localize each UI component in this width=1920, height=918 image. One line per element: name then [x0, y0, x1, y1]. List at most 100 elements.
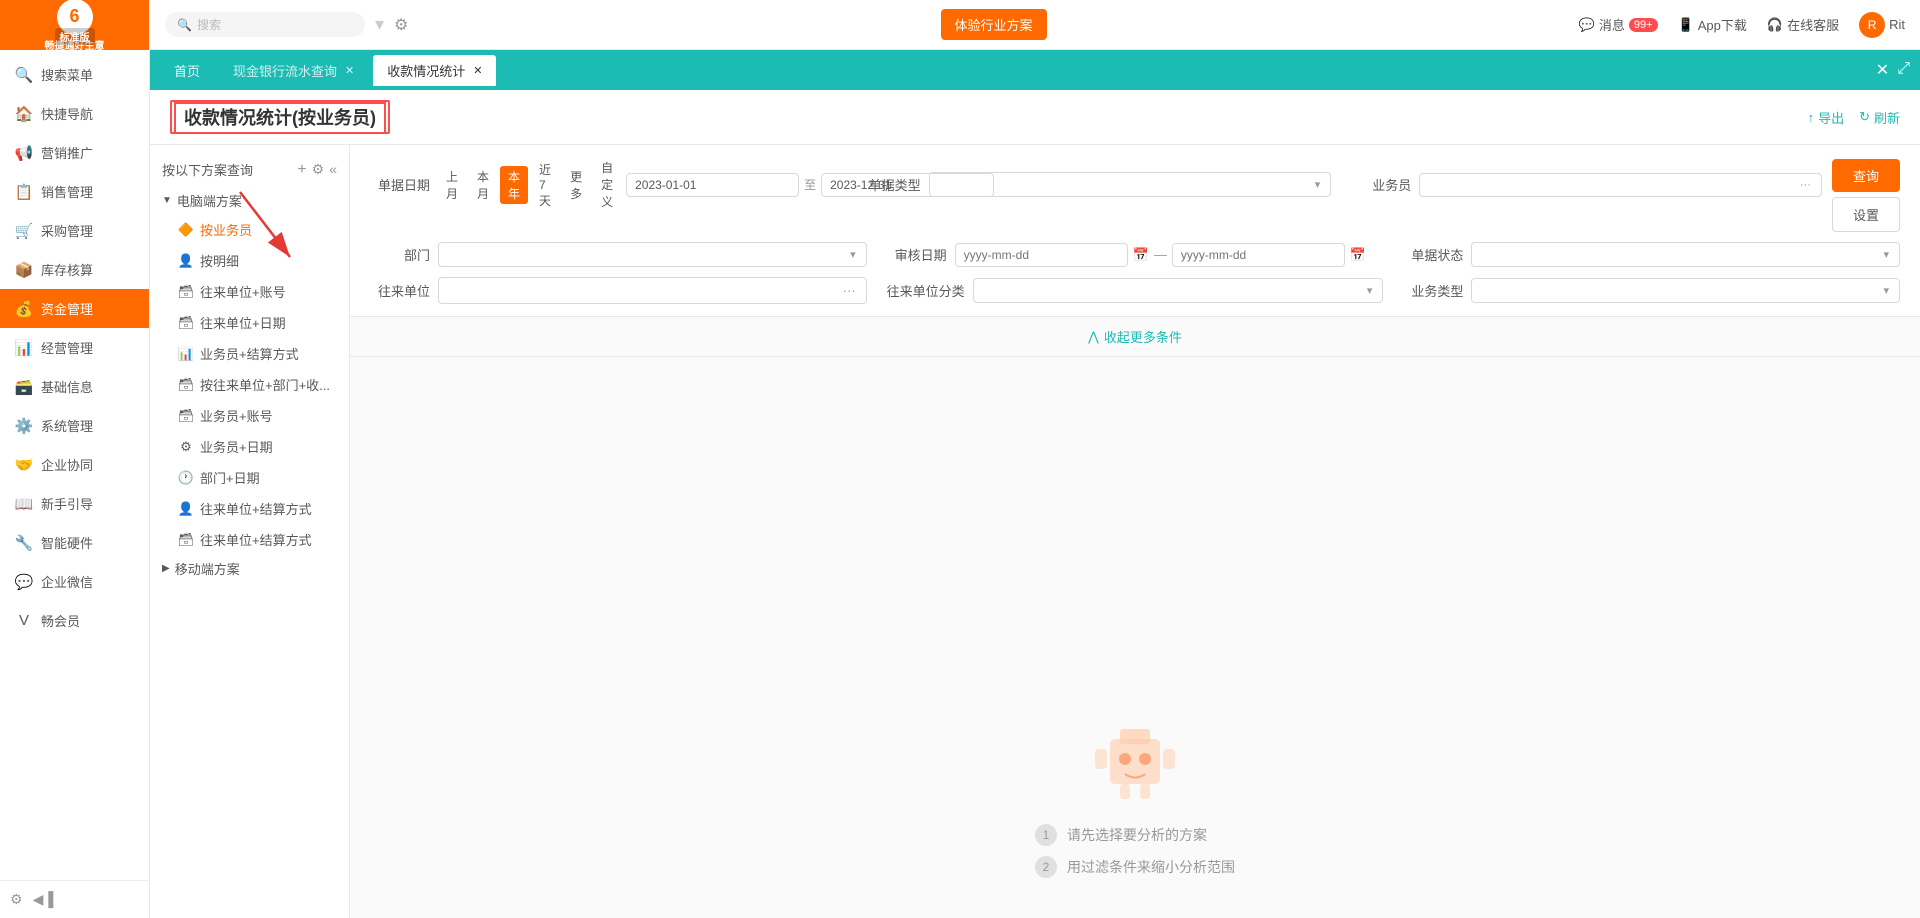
- messages-btn[interactable]: 💬 消息 99+: [1579, 15, 1658, 34]
- maximize-icon[interactable]: ⤢: [1897, 60, 1910, 80]
- date-filter-item: 单据日期 上月 本月 本年 近7天 更多 自定义: [370, 157, 841, 212]
- tip-item-2: 2 用过滤条件来缩小分析范围: [1035, 856, 1235, 878]
- collapse-panel-icon[interactable]: «: [329, 161, 337, 179]
- date-tab-custom[interactable]: 自定义: [593, 157, 621, 212]
- settings-bottom-icon[interactable]: ⚙: [10, 891, 23, 908]
- app-download-label: App下载: [1698, 15, 1747, 34]
- sidebar-item-inventory[interactable]: 📦 库存核算: [0, 250, 149, 289]
- sidebar-item-marketing[interactable]: 📢 营销推广: [0, 133, 149, 172]
- salesperson-scheme-icon: 🔶: [178, 222, 194, 238]
- close-tab-icon[interactable]: ✕: [1876, 60, 1889, 80]
- operations-icon: 📊: [15, 339, 33, 357]
- set-btn[interactable]: 设置: [1832, 197, 1900, 232]
- partner-dept-label: 按往来单位+部门+收...: [200, 375, 330, 394]
- sidebar-item-company[interactable]: 🤝 企业协同: [0, 445, 149, 484]
- date-tab-this-year[interactable]: 本年: [500, 166, 528, 204]
- tab-collection-stats[interactable]: 收款情况统计 ✕: [373, 55, 496, 86]
- doc-status-select[interactable]: ▾: [1471, 242, 1900, 267]
- sidebar-item-search[interactable]: 🔍 搜索菜单: [0, 55, 149, 94]
- doc-status-arrow-icon: ▾: [1883, 248, 1889, 261]
- tabbar: 首页 现金银行流水查询 ✕ 收款情况统计 ✕ ✕ ⤢: [150, 50, 1920, 90]
- topbar-settings-icon[interactable]: ⚙: [394, 15, 408, 35]
- empty-state: 1 请先选择要分析的方案 2 用过滤条件来缩小分析范围: [1035, 709, 1235, 878]
- app-download-btn[interactable]: 📱 App下载: [1678, 15, 1747, 34]
- date-tab-last-month[interactable]: 上月: [438, 166, 466, 204]
- date-tab-more[interactable]: 更多: [562, 166, 590, 204]
- partner-category-select[interactable]: ▾: [973, 278, 1384, 303]
- sidebar-item-basic-info[interactable]: 🗃️ 基础信息: [0, 367, 149, 406]
- sidebar-item-purchase[interactable]: 🛒 采购管理: [0, 211, 149, 250]
- biz-type-select[interactable]: ▾: [1471, 278, 1900, 303]
- topbar-right: 💬 消息 99+ 📱 App下载 🎧 在线客服 R Rit: [1579, 12, 1905, 38]
- sidebar-item-finance[interactable]: 💰 资金管理: [0, 289, 149, 328]
- pc-scheme-header[interactable]: ▼ 电脑端方案: [150, 187, 349, 214]
- date-tab-this-month[interactable]: 本月: [469, 166, 497, 204]
- mobile-scheme-header[interactable]: ▶ 移动端方案: [150, 555, 349, 582]
- date-tabs: 上月 本月 本年 近7天 更多 自定义: [438, 157, 621, 212]
- date-tab-7days[interactable]: 近7天: [531, 159, 559, 211]
- search-bar[interactable]: 🔍 搜索: [165, 12, 365, 37]
- detail-scheme-icon: 👤: [178, 253, 194, 269]
- partner-more-btn[interactable]: ···: [843, 283, 856, 298]
- sidebar-item-wechat[interactable]: 💬 企业微信: [0, 562, 149, 601]
- collapse-sidebar-icon[interactable]: ◀▐: [33, 891, 54, 908]
- export-btn[interactable]: ↑ 导出: [1808, 108, 1845, 127]
- online-service-btn[interactable]: 🎧 在线客服: [1767, 15, 1839, 34]
- scheme-item-salesperson-date[interactable]: ⚙ 业务员+日期: [150, 431, 349, 462]
- topbar-dropdown-icon[interactable]: ▾: [375, 14, 384, 35]
- review-date-calendar-icon1[interactable]: 📅: [1133, 247, 1149, 263]
- review-date-from[interactable]: [955, 243, 1128, 267]
- scheme-item-dept-date[interactable]: 🕐 部门+日期: [150, 462, 349, 493]
- sidebar-item-smart-hw[interactable]: 🔧 智能硬件: [0, 523, 149, 562]
- scheme-item-partner-account[interactable]: 🗃 往来单位+账号: [150, 276, 349, 307]
- query-btn[interactable]: 查询: [1832, 159, 1900, 192]
- tab-bank-close-icon[interactable]: ✕: [345, 64, 354, 77]
- scheme-item-partner-settle2[interactable]: 🗃 往来单位+结算方式: [150, 524, 349, 555]
- refresh-icon: ↻: [1859, 109, 1870, 125]
- tab-collection-label: 收款情况统计: [387, 61, 465, 80]
- scheme-item-detail[interactable]: 👤 按明细: [150, 245, 349, 276]
- doc-type-select[interactable]: ▾: [929, 172, 1332, 197]
- collapse-bar[interactable]: ⋀ 收起更多条件: [350, 317, 1920, 357]
- sidebar-item-guide[interactable]: 📖 新手引导: [0, 484, 149, 523]
- review-date-to[interactable]: [1172, 243, 1345, 267]
- left-panel-title: 按以下方案查询: [162, 160, 253, 179]
- finance-icon: 💰: [15, 300, 33, 318]
- sales-icon: 📋: [15, 183, 33, 201]
- messages-badge: 99+: [1629, 18, 1658, 32]
- salesperson-select[interactable]: ···: [1419, 173, 1822, 197]
- pc-scheme-expand-icon: ▼: [162, 195, 172, 206]
- sidebar-item-operations[interactable]: 📊 经营管理: [0, 328, 149, 367]
- dept-select[interactable]: ▾: [438, 242, 867, 267]
- tab-home[interactable]: 首页: [160, 55, 214, 86]
- partner-select[interactable]: ···: [438, 277, 867, 304]
- sidebar-item-sales[interactable]: 📋 销售管理: [0, 172, 149, 211]
- dept-content: ▾: [438, 242, 867, 267]
- review-date-calendar-icon2[interactable]: 📅: [1350, 247, 1366, 263]
- date-from-input[interactable]: [626, 173, 799, 197]
- sidebar-item-label-guide: 新手引导: [41, 494, 93, 513]
- dept-filter-item: 部门 ▾: [370, 242, 867, 267]
- tip-text-1: 请先选择要分析的方案: [1067, 825, 1207, 845]
- scheme-item-salesperson-settle[interactable]: 📊 业务员+结算方式: [150, 338, 349, 369]
- add-scheme-icon[interactable]: +: [297, 161, 306, 179]
- partner-content: ···: [438, 277, 867, 304]
- tab-bank-flow[interactable]: 现金银行流水查询 ✕: [219, 55, 368, 86]
- user-avatar-area[interactable]: R Rit: [1859, 12, 1905, 38]
- sidebar-item-vip[interactable]: V 畅会员: [0, 601, 149, 640]
- trial-btn[interactable]: 体验行业方案: [941, 9, 1047, 40]
- doc-type-content: ▾: [929, 172, 1332, 197]
- scheme-item-partner-date[interactable]: 🗃 往来单位+日期: [150, 307, 349, 338]
- sidebar-item-quicknav[interactable]: 🏠 快捷导航: [0, 94, 149, 133]
- scheme-settings-icon[interactable]: ⚙: [312, 161, 325, 179]
- tab-collection-close-icon[interactable]: ✕: [473, 64, 482, 77]
- sidebar-bottom: ⚙ ◀▐: [0, 880, 149, 918]
- scheme-item-salesperson-account[interactable]: 🗃 业务员+账号: [150, 400, 349, 431]
- sidebar-item-system[interactable]: ⚙️ 系统管理: [0, 406, 149, 445]
- doc-type-label: 单据类型: [861, 175, 921, 194]
- refresh-btn[interactable]: ↻ 刷新: [1859, 108, 1900, 127]
- scheme-item-partner-dept[interactable]: 🗃 按往来单位+部门+收...: [150, 369, 349, 400]
- scheme-item-partner-settle1[interactable]: 👤 往来单位+结算方式: [150, 493, 349, 524]
- salesperson-settle-icon: 📊: [178, 346, 194, 362]
- scheme-item-salesperson[interactable]: 🔶 按业务员: [150, 214, 349, 245]
